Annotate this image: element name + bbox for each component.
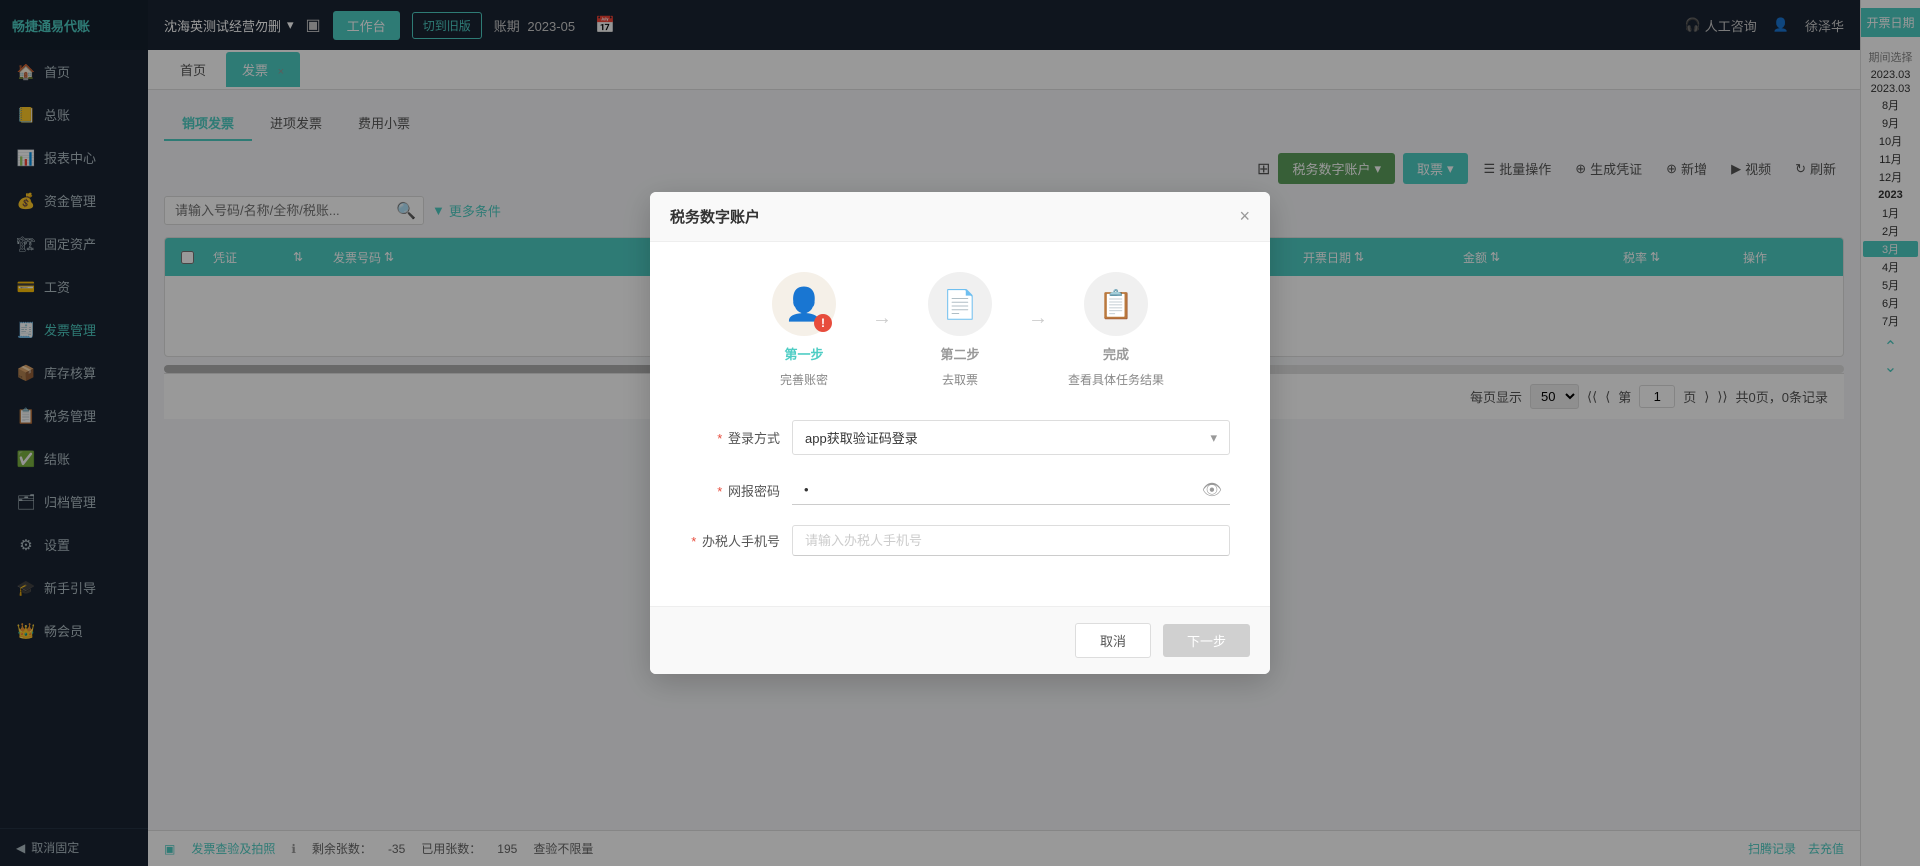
chevron-down-icon: ▾ (1210, 430, 1217, 446)
phone-row: * 办税人手机号 (690, 525, 1230, 556)
step-1: 👤 ! 第一步 完善账密 (744, 272, 864, 388)
password-input[interactable] (792, 475, 1230, 505)
next-button[interactable]: 下一步 (1163, 624, 1250, 657)
login-method-select[interactable]: app获取验证码登录 ▾ (792, 420, 1230, 455)
modal-footer: 取消 下一步 (650, 606, 1270, 674)
password-row: * 网报密码 👁 (690, 475, 1230, 505)
step-2-icon-wrap: 📄 (928, 272, 992, 336)
step-3-desc: 查看具体任务结果 (1068, 371, 1164, 388)
step-2-label: 第二步 (940, 344, 979, 363)
step-1-badge: ! (814, 314, 832, 332)
login-method-value: app获取验证码登录 (805, 428, 918, 447)
modal-body: 👤 ! 第一步 完善账密 → 📄 第二步 去取票 → (650, 242, 1270, 606)
modal-close-button[interactable]: × (1239, 206, 1250, 227)
step-3-icon-wrap: 📋 (1084, 272, 1148, 336)
step-3-icon: 📋 (1099, 288, 1134, 321)
cancel-button[interactable]: 取消 (1075, 623, 1151, 658)
step-3: 📋 完成 查看具体任务结果 (1056, 272, 1176, 388)
phone-input[interactable] (792, 525, 1230, 556)
step-2-desc: 去取票 (942, 371, 978, 388)
step-1-icon-wrap: 👤 ! (772, 272, 836, 336)
password-label: * 网报密码 (690, 481, 780, 500)
step-1-desc: 完善账密 (780, 371, 828, 388)
password-wrap: 👁 (792, 475, 1230, 505)
modal-overlay: 税务数字账户 × 👤 ! 第一步 完善账密 → (0, 0, 1920, 866)
step-arrow-1: → (872, 307, 892, 354)
step-2: 📄 第二步 去取票 (900, 272, 1020, 388)
login-method-row: * 登录方式 app获取验证码登录 ▾ (690, 420, 1230, 455)
modal-title: 税务数字账户 (670, 206, 760, 227)
password-toggle-icon[interactable]: 👁 (1202, 480, 1222, 500)
step-2-icon: 📄 (943, 288, 978, 321)
login-method-label: * 登录方式 (690, 428, 780, 447)
tax-digital-modal: 税务数字账户 × 👤 ! 第一步 完善账密 → (650, 192, 1270, 674)
phone-label: * 办税人手机号 (690, 531, 780, 550)
step-3-label: 完成 (1103, 344, 1129, 363)
steps-row: 👤 ! 第一步 完善账密 → 📄 第二步 去取票 → (690, 272, 1230, 388)
step-1-label: 第一步 (784, 344, 823, 363)
modal-header: 税务数字账户 × (650, 192, 1270, 242)
step-arrow-2: → (1028, 307, 1048, 354)
